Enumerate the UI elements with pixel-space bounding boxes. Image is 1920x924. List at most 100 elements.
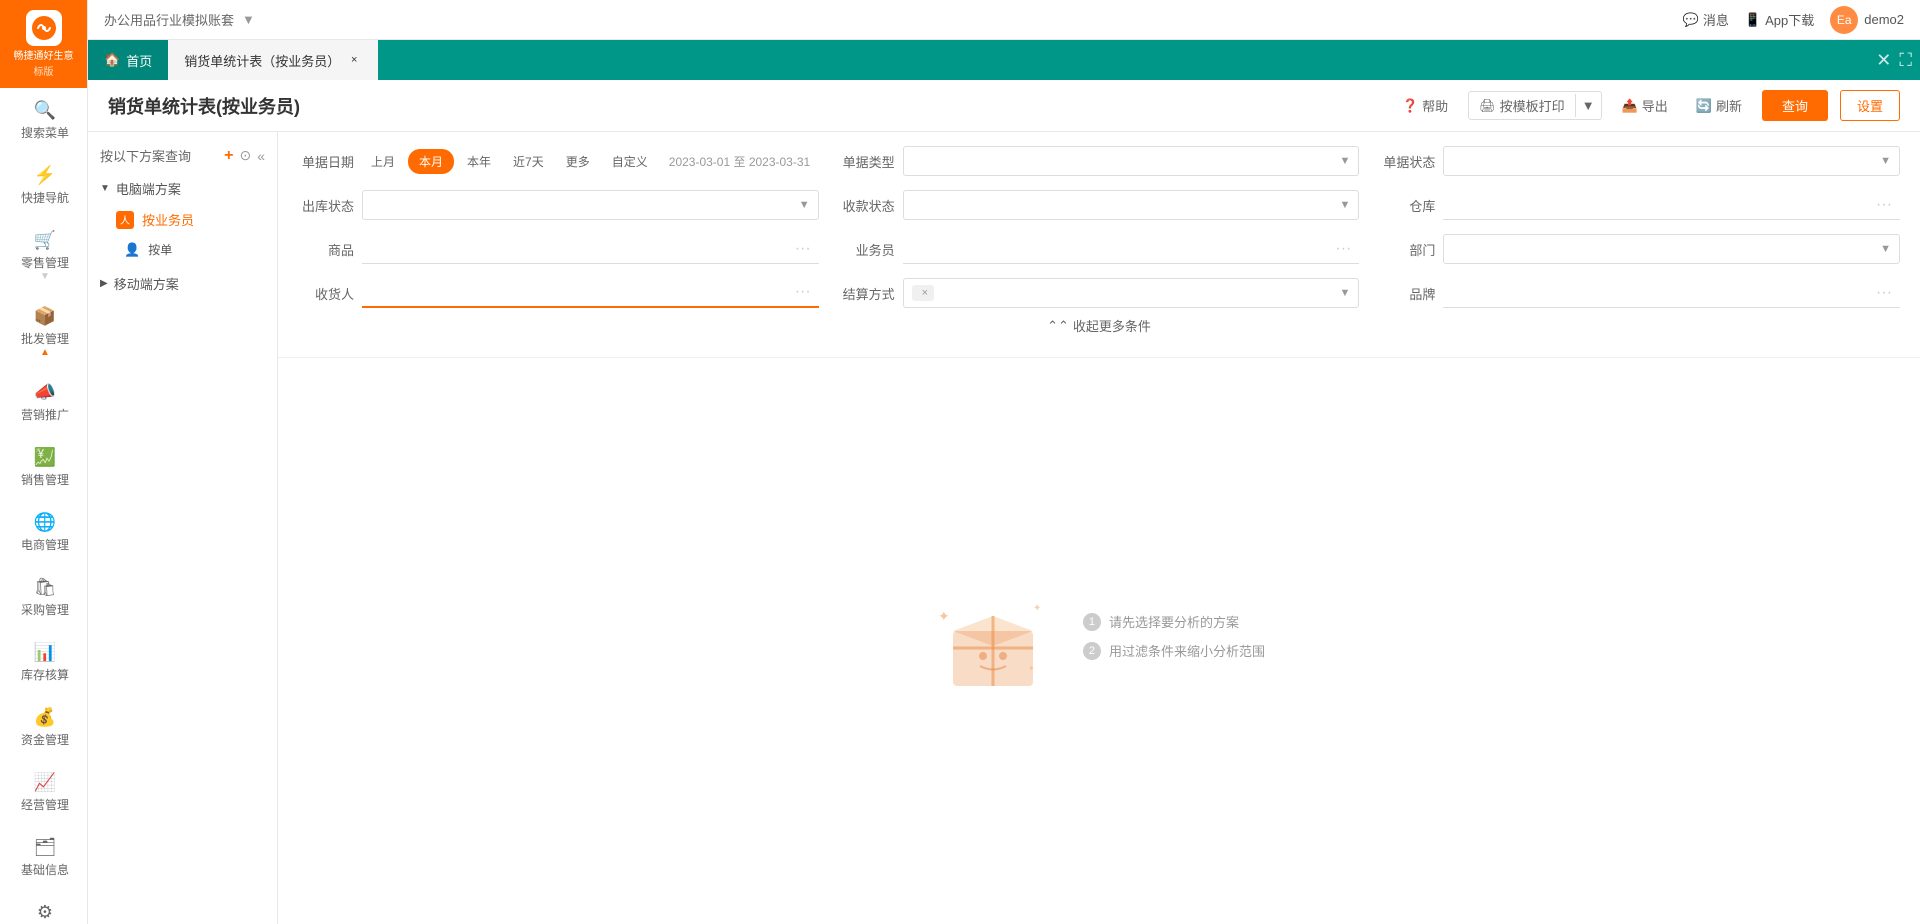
sidebar-item-purchase[interactable]: 🛍 采购管理 [0, 565, 88, 630]
sidebar-item-sales[interactable]: 💹 销售管理 [0, 435, 88, 500]
sidebar-item-wholesale[interactable]: 📦 批发管理 ▲ [0, 294, 88, 370]
refresh-icon: 🔄 [1696, 98, 1712, 114]
setting-button[interactable]: 设置 [1840, 90, 1900, 121]
print-icon: 🖨 [1479, 98, 1496, 114]
settle-tag: × [912, 285, 934, 301]
doc-status-select[interactable]: ▼ [1443, 146, 1900, 176]
empty-illustration: ✦ ✦ ✦ [933, 581, 1053, 701]
scheme-panel-actions: + ⊙ « [224, 147, 265, 165]
date-btn-7days[interactable]: 近7天 [504, 149, 553, 174]
sidebar-item-retail-label: 零售管理 [21, 254, 69, 271]
template-print-btn[interactable]: 🖨 按模板打印 ▼ [1468, 91, 1601, 120]
out-status-label: 出库状态 [298, 196, 354, 215]
out-status-select[interactable]: ▼ [362, 190, 819, 220]
scheme-section-mobile: ▶ 移动端方案 [88, 268, 277, 299]
date-btn-last-month[interactable]: 上月 [362, 149, 404, 174]
tab-close-btn[interactable]: × [346, 52, 362, 68]
sidebar-item-wholesale-label: 批发管理 [21, 330, 69, 347]
tab-expand-btn[interactable]: ⛶ [1899, 50, 1912, 71]
salesperson-dots[interactable]: ··· [1335, 240, 1351, 258]
export-label: 导出 [1642, 96, 1668, 115]
tab-home[interactable]: 🏠 首页 [88, 40, 168, 80]
receipt-status-select[interactable]: ▼ [903, 190, 1360, 220]
receiver-input[interactable]: ··· [362, 278, 819, 308]
messages-label: 消息 [1703, 10, 1729, 29]
salesperson-input[interactable]: ··· [903, 234, 1360, 264]
date-btn-custom[interactable]: 自定义 [603, 149, 657, 174]
settle-select[interactable]: × ▼ [903, 278, 1360, 308]
date-btn-more[interactable]: 更多 [557, 149, 599, 174]
tip-num-2: 2 [1083, 642, 1101, 660]
marketing-icon: 📣 [34, 382, 56, 403]
salesperson-scheme-icon: 人 [116, 211, 134, 229]
date-btn-this-month[interactable]: 本月 [408, 149, 454, 174]
tab-close-all-btn[interactable]: ✕ [1876, 50, 1891, 71]
page-actions: ❓ 帮助 🖨 按模板打印 ▼ 📤 导出 🔄 刷新 [1394, 90, 1900, 131]
receiver-dots[interactable]: ··· [795, 283, 811, 301]
warehouse-input[interactable]: ··· [1443, 190, 1900, 220]
app-download-btn[interactable]: 📱 App下载 [1745, 10, 1814, 29]
sidebar-item-inventory[interactable]: 📊 库存核算 [0, 630, 88, 695]
sidebar-item-search[interactable]: 🔍 搜索菜单 [0, 88, 88, 153]
sidebar-item-ecom[interactable]: 🌐 电商管理 [0, 500, 88, 565]
finance-icon: 💰 [34, 707, 56, 728]
export-btn[interactable]: 📤 导出 [1614, 92, 1676, 119]
sidebar-item-marketing[interactable]: 📣 营销推广 [0, 370, 88, 435]
dept-select[interactable]: ▼ [1443, 234, 1900, 264]
salesperson-scheme-label: 按业务员 [142, 210, 194, 229]
empty-state: ✦ ✦ ✦ 1 [278, 358, 1920, 924]
refresh-btn[interactable]: 🔄 刷新 [1688, 92, 1750, 119]
sidebar-item-quick[interactable]: ⚡ 快捷导航 [0, 153, 88, 218]
collapse-scheme-btn[interactable]: « [257, 148, 265, 164]
brand-input[interactable]: ··· [1443, 278, 1900, 308]
section-arrow-icon: ▼ [100, 183, 110, 194]
sidebar-item-marketing-label: 营销推广 [21, 406, 69, 423]
sidebar-item-retail[interactable]: 🛒 零售管理 ▼ [0, 218, 88, 294]
scheme-item-salesperson[interactable]: 人 按业务员 [88, 204, 277, 235]
messages-btn[interactable]: 💬 消息 [1683, 10, 1729, 29]
settle-label: 结算方式 [839, 284, 895, 303]
scheme-section-desktop-title[interactable]: ▼ 电脑端方案 [88, 173, 277, 204]
quick-icon: ⚡ [34, 165, 56, 186]
system-icon: ⚙ [37, 902, 53, 923]
scheme-sub-item[interactable]: 👤 按单 [88, 235, 277, 264]
template-print-main[interactable]: 🖨 按模板打印 [1469, 92, 1575, 119]
query-button[interactable]: 查询 [1762, 90, 1828, 121]
user-profile[interactable]: Ea demo2 [1830, 6, 1904, 34]
settle-chevron: ▼ [1339, 287, 1350, 299]
sidebar-item-basic-label: 基础信息 [21, 861, 69, 878]
settle-tag-close[interactable]: × [922, 287, 928, 299]
goods-input[interactable]: ··· [362, 234, 819, 264]
add-scheme-btn[interactable]: + [224, 147, 233, 165]
doc-status-label: 单据状态 [1379, 152, 1435, 171]
sidebar-item-basic[interactable]: 🗂 基础信息 [0, 825, 88, 890]
date-range-display: 2023-03-01 至 2023-03-31 [669, 153, 810, 170]
filter-cell-salesperson: 业务员 ··· [839, 234, 1360, 264]
help-btn[interactable]: ❓ 帮助 [1394, 92, 1456, 119]
tab-sales-stat[interactable]: 销货单统计表（按业务员） × [168, 40, 378, 80]
warehouse-dots[interactable]: ··· [1876, 196, 1892, 214]
sidebar-item-finance[interactable]: 💰 资金管理 [0, 695, 88, 760]
date-btn-this-year[interactable]: 本年 [458, 149, 500, 174]
brand-dots[interactable]: ··· [1876, 284, 1892, 302]
goods-dots[interactable]: ··· [795, 240, 811, 258]
dropdown-icon[interactable]: ▼ [242, 12, 255, 27]
edit-scheme-btn[interactable]: ⊙ [239, 147, 251, 164]
message-icon: 💬 [1683, 12, 1699, 28]
collapse-row[interactable]: ⌃⌃ 收起更多条件 [298, 308, 1900, 343]
template-print-arrow[interactable]: ▼ [1575, 94, 1601, 117]
sidebar-item-system[interactable]: ⚙ 系统管理 [0, 890, 88, 924]
goods-label: 商品 [298, 240, 354, 259]
sidebar-logo: 畅捷通好生意 标版 [0, 0, 88, 88]
doc-type-select[interactable]: ▼ [903, 146, 1360, 176]
tab-home-label: 首页 [126, 51, 152, 70]
sidebar-item-ops[interactable]: 📈 经营管理 [0, 760, 88, 825]
sub-item-label: 按单 [148, 241, 172, 258]
scheme-section-mobile-title[interactable]: ▶ 移动端方案 [88, 268, 277, 299]
username: demo2 [1864, 12, 1904, 27]
logo-icon [26, 10, 62, 46]
template-print-label: 按模板打印 [1500, 96, 1565, 115]
date-label: 单据日期 [298, 152, 354, 171]
sidebar-item-search-label: 搜索菜单 [21, 124, 69, 141]
sidebar-item-finance-label: 资金管理 [21, 731, 69, 748]
